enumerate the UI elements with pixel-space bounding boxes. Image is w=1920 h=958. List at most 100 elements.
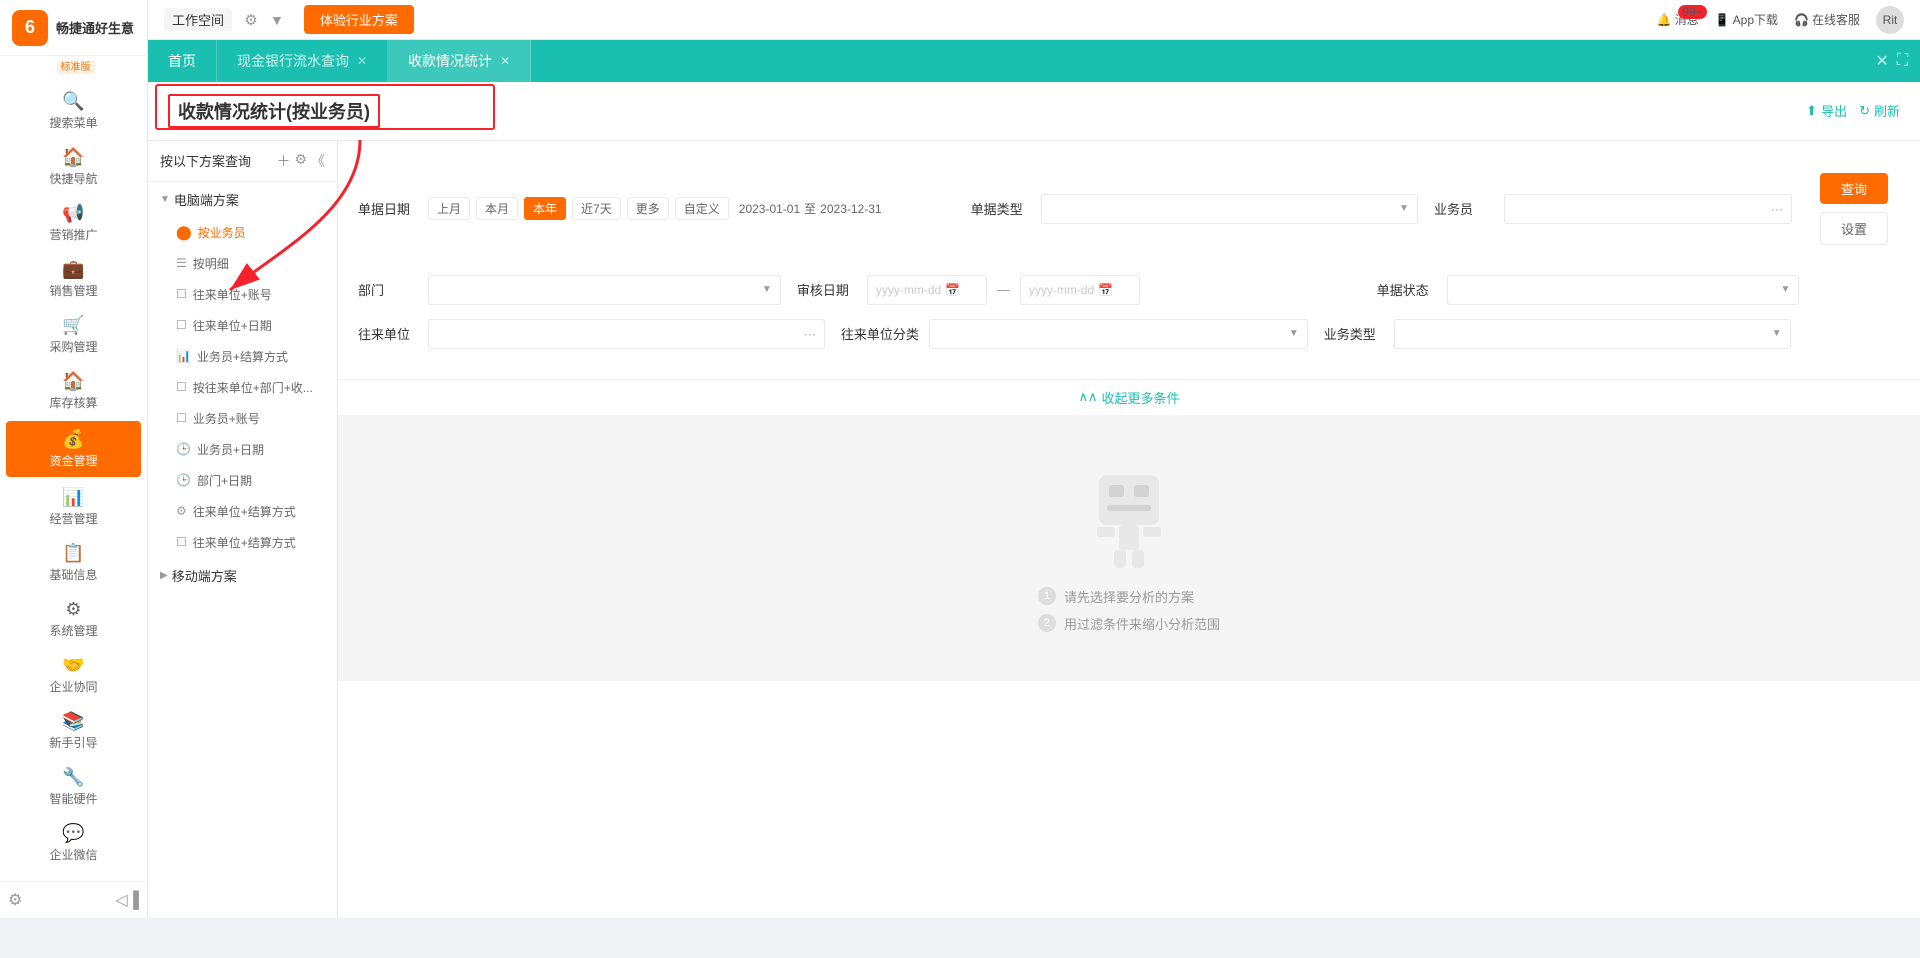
solution-button[interactable]: 体验行业方案 bbox=[304, 5, 414, 34]
collapse-more-btn[interactable]: ∧∧ 收起更多条件 bbox=[338, 379, 1920, 415]
scheme-item-salesman-account[interactable]: ☐ 业务员+账号 bbox=[148, 403, 337, 434]
sidebar-item-system[interactable]: ⚙ 系统管理 bbox=[0, 591, 147, 647]
sidebar-item-sales[interactable]: 💼 销售管理 bbox=[0, 251, 147, 307]
export-button[interactable]: ⬆ 导出 bbox=[1806, 101, 1847, 120]
mobile-scheme-group: ▶ 移动端方案 bbox=[148, 558, 337, 593]
workspace-chevron-icon[interactable]: ▼ bbox=[270, 12, 284, 28]
tab-bank-flow[interactable]: 现金银行流水查询 ✕ bbox=[217, 40, 388, 82]
sidebar-item-search[interactable]: 🔍 搜索菜单 bbox=[0, 83, 147, 139]
sidebar-item-quick-nav[interactable]: 🏠 快捷导航 bbox=[0, 139, 147, 195]
tip-num-2: 2 bbox=[1038, 614, 1056, 632]
sidebar-item-finance[interactable]: 💰 资金管理 bbox=[6, 421, 141, 477]
sidebar-bottom: ⚙ ◁▐ bbox=[0, 881, 147, 918]
system-icon: ⚙ bbox=[65, 599, 81, 620]
sidebar-item-smart-hw[interactable]: 🔧 智能硬件 bbox=[0, 759, 147, 815]
counterpart-filter-item: 往来单位 ··· bbox=[358, 319, 825, 349]
doc-status-select[interactable]: ▼ bbox=[1447, 275, 1800, 305]
tab-maximize-icon[interactable]: ⛶ bbox=[1897, 52, 1908, 70]
mobile-scheme-group-header[interactable]: ▶ 移动端方案 bbox=[148, 558, 337, 593]
salesman-settlement-icon: 📊 bbox=[176, 349, 191, 363]
collapse-sidebar-icon[interactable]: ◁▐ bbox=[115, 890, 139, 910]
counterpart-settlement2-icon: ☐ bbox=[176, 535, 187, 549]
refresh-button[interactable]: ↻ 刷新 bbox=[1859, 101, 1900, 120]
dept-select[interactable]: ▼ bbox=[428, 275, 781, 305]
doc-status-filter-item: 单据状态 ▼ bbox=[1377, 275, 1800, 305]
date-btn-last-month[interactable]: 上月 bbox=[428, 197, 470, 220]
date-btn-last-7[interactable]: 近7天 bbox=[572, 197, 621, 220]
doc-type-chevron-icon: ▼ bbox=[1399, 203, 1409, 214]
add-scheme-icon[interactable]: ＋ bbox=[276, 151, 290, 171]
sidebar-item-enterprise-wechat[interactable]: 💬 企业微信 bbox=[0, 815, 147, 871]
counterpart-more-dots-icon[interactable]: ··· bbox=[804, 327, 816, 341]
empty-tips: 1 请先选择要分析的方案 2 用过滤条件来缩小分析范围 bbox=[1038, 587, 1220, 641]
scheme-item-salesman-settlement[interactable]: 📊 业务员+结算方式 bbox=[148, 341, 337, 372]
salesman-select[interactable]: ··· bbox=[1504, 194, 1792, 224]
settings-bottom-icon[interactable]: ⚙ bbox=[8, 890, 22, 910]
chevron-right-icon: ▶ bbox=[160, 570, 168, 581]
more-dots-icon[interactable]: ··· bbox=[1771, 202, 1783, 216]
counterpart-category-filter-item: 往来单位分类 ▼ bbox=[841, 319, 1308, 349]
query-button[interactable]: 查询 bbox=[1820, 173, 1888, 204]
purchase-icon: 🛒 bbox=[62, 315, 84, 336]
app-download-link[interactable]: 📱 App下载 bbox=[1715, 11, 1778, 28]
scheme-item-counterpart-date[interactable]: ☐ 往来单位+日期 bbox=[148, 310, 337, 341]
message-icon-container[interactable]: 🔔 消息 99+ bbox=[1657, 11, 1699, 28]
audit-date-from-input[interactable]: yyyy-mm-dd 📅 bbox=[867, 275, 987, 305]
filter-panel-actions: ＋ ⚙ 《 bbox=[276, 151, 325, 171]
counterpart-input[interactable]: ··· bbox=[428, 319, 825, 349]
workspace-gear-icon[interactable]: ⚙ bbox=[240, 9, 262, 31]
page-title: 收款情况统计(按业务员) bbox=[168, 94, 380, 128]
sidebar-item-marketing[interactable]: 📢 营销推广 bbox=[0, 195, 147, 251]
biz-type-select[interactable]: ▼ bbox=[1394, 319, 1791, 349]
chevron-down-icon: ▼ bbox=[160, 194, 170, 205]
refresh-icon: ↻ bbox=[1859, 103, 1870, 119]
filter-rows: 单据日期 上月 本月 本年 近7天 更多 自定义 2023-01-01 至 bbox=[338, 141, 1920, 379]
audit-date-to-input[interactable]: yyyy-mm-dd 📅 bbox=[1020, 275, 1140, 305]
tip-item-1: 1 请先选择要分析的方案 bbox=[1038, 587, 1220, 606]
collapse-up-icon: ∧∧ bbox=[1078, 389, 1097, 405]
page-header: 收款情况统计(按业务员) ⬆ 导出 ↻ 刷新 bbox=[148, 82, 1920, 141]
filter-row-3: 往来单位 ··· 往来单位分类 ▼ 业务 bbox=[358, 319, 1900, 349]
sidebar-item-purchase[interactable]: 🛒 采购管理 bbox=[0, 307, 147, 363]
date-btn-custom[interactable]: 自定义 bbox=[675, 197, 729, 220]
scheme-item-by-detail[interactable]: ☰ 按明细 bbox=[148, 248, 337, 279]
date-btn-more[interactable]: 更多 bbox=[627, 197, 669, 220]
scheme-item-by-counterpart-dept[interactable]: ☐ 按往来单位+部门+收... bbox=[148, 372, 337, 403]
doc-type-select[interactable]: ▼ bbox=[1041, 194, 1418, 224]
search-icon: 🔍 bbox=[62, 91, 84, 112]
calendar-to-icon: 📅 bbox=[1098, 283, 1113, 297]
audit-date-filter-item: 审核日期 yyyy-mm-dd 📅 — yyyy-mm-dd 📅 bbox=[797, 275, 1361, 305]
dept-label: 部门 bbox=[358, 280, 418, 299]
pc-scheme-group-header[interactable]: ▼ 电脑端方案 bbox=[148, 182, 337, 217]
doc-type-label: 单据类型 bbox=[971, 199, 1031, 218]
scheme-item-by-salesman[interactable]: ⬤ 按业务员 bbox=[148, 217, 337, 248]
tab-receivable-stat[interactable]: 收款情况统计 ✕ bbox=[388, 40, 531, 82]
sidebar-item-enterprise[interactable]: 🤝 企业协同 bbox=[0, 647, 147, 703]
tab-bank-flow-close-icon[interactable]: ✕ bbox=[357, 54, 367, 68]
user-avatar[interactable]: Rit bbox=[1876, 6, 1904, 34]
tab-close-all-icon[interactable]: ✕ bbox=[1875, 51, 1888, 71]
tab-receivable-stat-close-icon[interactable]: ✕ bbox=[500, 54, 510, 68]
date-btn-this-year[interactable]: 本年 bbox=[524, 197, 566, 220]
sidebar: 6 畅捷通好生意 标准版 🔍 搜索菜单 🏠 快捷导航 📢 营销推广 💼 销售管理… bbox=[0, 0, 148, 918]
settings-scheme-icon[interactable]: ⚙ bbox=[294, 151, 307, 171]
biz-type-chevron-icon: ▼ bbox=[1772, 328, 1782, 339]
scheme-item-counterpart-settlement1[interactable]: ⚙ 往来单位+结算方式 bbox=[148, 496, 337, 527]
online-service-link[interactable]: 🎧 在线客服 bbox=[1794, 11, 1860, 28]
scheme-item-counterpart-account[interactable]: ☐ 往来单位+账号 bbox=[148, 279, 337, 310]
sidebar-item-vip[interactable]: ✓ 畅会员 bbox=[0, 871, 147, 881]
counterpart-category-select[interactable]: ▼ bbox=[929, 319, 1308, 349]
edition-badge: 标准版 bbox=[57, 61, 95, 74]
date-btn-this-month[interactable]: 本月 bbox=[476, 197, 518, 220]
scheme-item-salesman-date[interactable]: 🕒 业务员+日期 bbox=[148, 434, 337, 465]
settings-button[interactable]: 设置 bbox=[1820, 212, 1888, 245]
biz-type-filter-item: 业务类型 ▼ bbox=[1324, 319, 1791, 349]
sidebar-item-operation[interactable]: 📊 经营管理 bbox=[0, 479, 147, 535]
tab-home[interactable]: 首页 bbox=[148, 40, 217, 82]
scheme-item-counterpart-settlement2[interactable]: ☐ 往来单位+结算方式 bbox=[148, 527, 337, 558]
scheme-item-dept-date[interactable]: 🕒 部门+日期 bbox=[148, 465, 337, 496]
sidebar-item-inventory[interactable]: 🏠 库存核算 bbox=[0, 363, 147, 419]
sidebar-item-basic-info[interactable]: 📋 基础信息 bbox=[0, 535, 147, 591]
collapse-panel-icon[interactable]: 《 bbox=[311, 151, 325, 171]
sidebar-item-guide[interactable]: 📚 新手引导 bbox=[0, 703, 147, 759]
